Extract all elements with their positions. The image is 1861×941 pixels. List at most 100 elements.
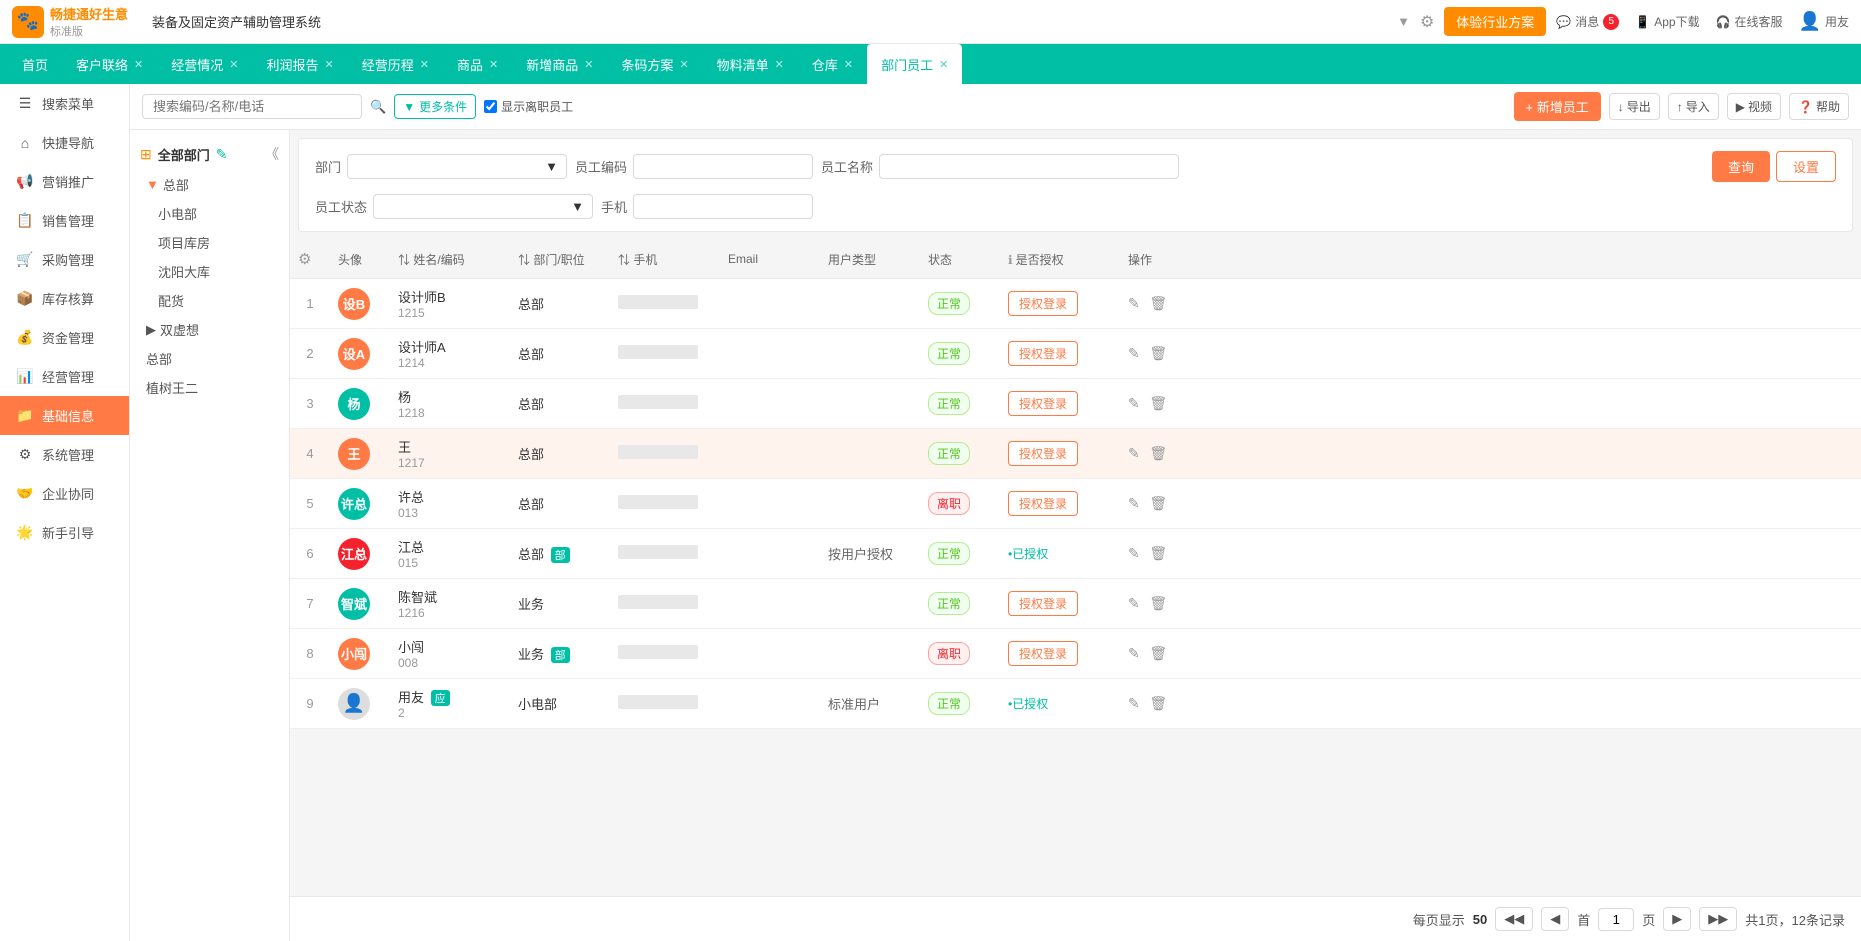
sidebar-item-finance[interactable]: 💰 资金管理 [0,318,129,357]
nav-tab-barcode[interactable]: 条码方案 ✕ [607,44,702,84]
delete-icon[interactable]: 🗑 [1149,345,1167,361]
column-settings-icon[interactable]: ⚙ [298,251,311,268]
th-phone[interactable]: ⇅ 手机 [610,240,720,279]
tree-node-shuangxuxiang[interactable]: ▶ 双虚想 [130,315,289,344]
phone-input[interactable] [633,194,813,219]
delete-icon[interactable]: 🗑 [1149,695,1167,711]
online-service-button[interactable]: 🎧 在线客服 [1716,13,1783,30]
close-icon[interactable]: ✕ [325,58,334,71]
tree-node-peihuo[interactable]: 配货 [130,286,289,315]
query-button[interactable]: 查询 [1712,151,1770,182]
delete-icon[interactable]: 🗑 [1149,395,1167,411]
auth-login-button[interactable]: 授权登录 [1008,291,1078,316]
edit-icon[interactable]: ✎ [1128,695,1140,711]
nav-tab-history[interactable]: 经营历程 ✕ [348,44,443,84]
tree-node-xiangmukufang[interactable]: 项目库房 [130,228,289,257]
dept-edit-icon[interactable]: ✎ [216,146,228,163]
edit-icon[interactable]: ✎ [1128,595,1140,611]
empname-input[interactable] [879,154,1179,179]
delete-icon[interactable]: 🗑 [1149,495,1167,511]
sidebar-item-basicinfo[interactable]: 📁 基础信息 [0,396,129,435]
tree-node-zhishuwan[interactable]: 植树王二 [130,373,289,402]
auth-login-button[interactable]: 授权登录 [1008,391,1078,416]
sidebar-item-guide[interactable]: 🌟 新手引导 [0,513,129,552]
message-button[interactable]: 💬 消息 5 [1556,13,1619,30]
close-icon[interactable]: ✕ [775,58,784,71]
video-button[interactable]: ▶ 视频 [1727,93,1781,120]
nav-tab-bom[interactable]: 物料清单 ✕ [703,44,798,84]
delete-icon[interactable]: 🗑 [1149,595,1167,611]
nav-tab-home[interactable]: 首页 [8,44,62,84]
tree-node-zongbu-parent[interactable]: ▼ 总部 [130,170,289,199]
nav-tab-addgoods[interactable]: 新增商品 ✕ [512,44,607,84]
sidebar-item-system[interactable]: ⚙ 系统管理 [0,435,129,474]
page-next-button[interactable]: ▶ [1663,907,1691,931]
page-prev-button[interactable]: ◀ [1541,907,1569,931]
sidebar-item-marketing[interactable]: 📢 营销推广 [0,162,129,201]
add-employee-button[interactable]: + 新增员工 [1514,92,1601,121]
nav-tab-goods[interactable]: 商品 ✕ [443,44,512,84]
sidebar-item-bizmanage[interactable]: 📊 经营管理 [0,357,129,396]
close-icon[interactable]: ✕ [844,58,853,71]
show-resigned-checkbox[interactable]: 显示离职员工 [484,98,573,115]
user-avatar[interactable]: 👤 用友 [1799,11,1849,32]
auth-login-button[interactable]: 授权登录 [1008,641,1078,666]
nav-tab-department[interactable]: 部门员工 ✕ [867,44,962,84]
dept-select[interactable]: ▼ [347,154,567,179]
th-namecode[interactable]: ⇅ 姓名/编码 [390,240,510,279]
edit-icon[interactable]: ✎ [1128,295,1140,311]
help-button[interactable]: ❓ 帮助 [1789,93,1849,120]
sidebar-item-quicknav[interactable]: ⌂ 快捷导航 [0,123,129,162]
sidebar-item-purchase[interactable]: 🛒 采购管理 [0,240,129,279]
tree-node-shenyangdaku[interactable]: 沈阳大库 [130,257,289,286]
close-icon[interactable]: ✕ [584,58,593,71]
nav-tab-warehouse[interactable]: 仓库 ✕ [798,44,867,84]
sidebar-item-inventory[interactable]: 📦 库存核算 [0,279,129,318]
tree-node-zongbu2[interactable]: 总部 [130,344,289,373]
close-icon[interactable]: ✕ [420,58,429,71]
close-icon[interactable]: ✕ [939,58,948,71]
edit-icon[interactable]: ✎ [1128,345,1140,361]
auth-login-button[interactable]: 授权登录 [1008,441,1078,466]
edit-icon[interactable]: ✎ [1128,395,1140,411]
set-button[interactable]: 设置 [1776,151,1836,182]
settings-icon[interactable]: ⚙ [1420,12,1434,32]
nav-tab-customer[interactable]: 客户联络 ✕ [62,44,157,84]
search-icon[interactable]: 🔍 [370,99,386,115]
nav-tab-profit[interactable]: 利润报告 ✕ [252,44,347,84]
nav-tab-operation[interactable]: 经营情况 ✕ [157,44,252,84]
delete-icon[interactable]: 🗑 [1149,295,1167,311]
delete-icon[interactable]: 🗑 [1149,645,1167,661]
dropdown-arrow-icon[interactable]: ▼ [1397,14,1410,29]
trial-button[interactable]: 体验行业方案 [1444,7,1546,36]
more-filter-button[interactable]: ▼ 更多条件 [394,94,476,119]
resigned-checkbox-input[interactable] [484,100,497,113]
page-first-button[interactable]: ◀◀ [1495,907,1533,931]
app-download-button[interactable]: 📱 App下载 [1635,13,1699,30]
edit-icon[interactable]: ✎ [1128,645,1140,661]
close-icon[interactable]: ✕ [679,58,688,71]
empcode-input[interactable] [633,154,813,179]
tree-node-xiaodianbu[interactable]: 小电部 [130,199,289,228]
close-icon[interactable]: ✕ [134,58,143,71]
auth-login-button[interactable]: 授权登录 [1008,591,1078,616]
dept-collapse-icon[interactable]: 《 [265,144,279,164]
status-select[interactable]: ▼ [373,194,593,219]
import-button[interactable]: ↑ 导入 [1668,93,1719,120]
sidebar-item-search[interactable]: ☰ 搜索菜单 [0,84,129,123]
search-input[interactable] [142,94,362,119]
delete-icon[interactable]: 🗑 [1149,545,1167,561]
auth-login-button[interactable]: 授权登录 [1008,341,1078,366]
sidebar-item-cooperation[interactable]: 🤝 企业协同 [0,474,129,513]
page-last-button[interactable]: ▶▶ [1699,907,1737,931]
delete-icon[interactable]: 🗑 [1149,445,1167,461]
edit-icon[interactable]: ✎ [1128,545,1140,561]
edit-icon[interactable]: ✎ [1128,445,1140,461]
close-icon[interactable]: ✕ [489,58,498,71]
page-input[interactable] [1598,908,1634,931]
sidebar-item-sales[interactable]: 📋 销售管理 [0,201,129,240]
export-button[interactable]: ↓ 导出 [1609,93,1660,120]
edit-icon[interactable]: ✎ [1128,495,1140,511]
auth-login-button[interactable]: 授权登录 [1008,491,1078,516]
close-icon[interactable]: ✕ [229,58,238,71]
